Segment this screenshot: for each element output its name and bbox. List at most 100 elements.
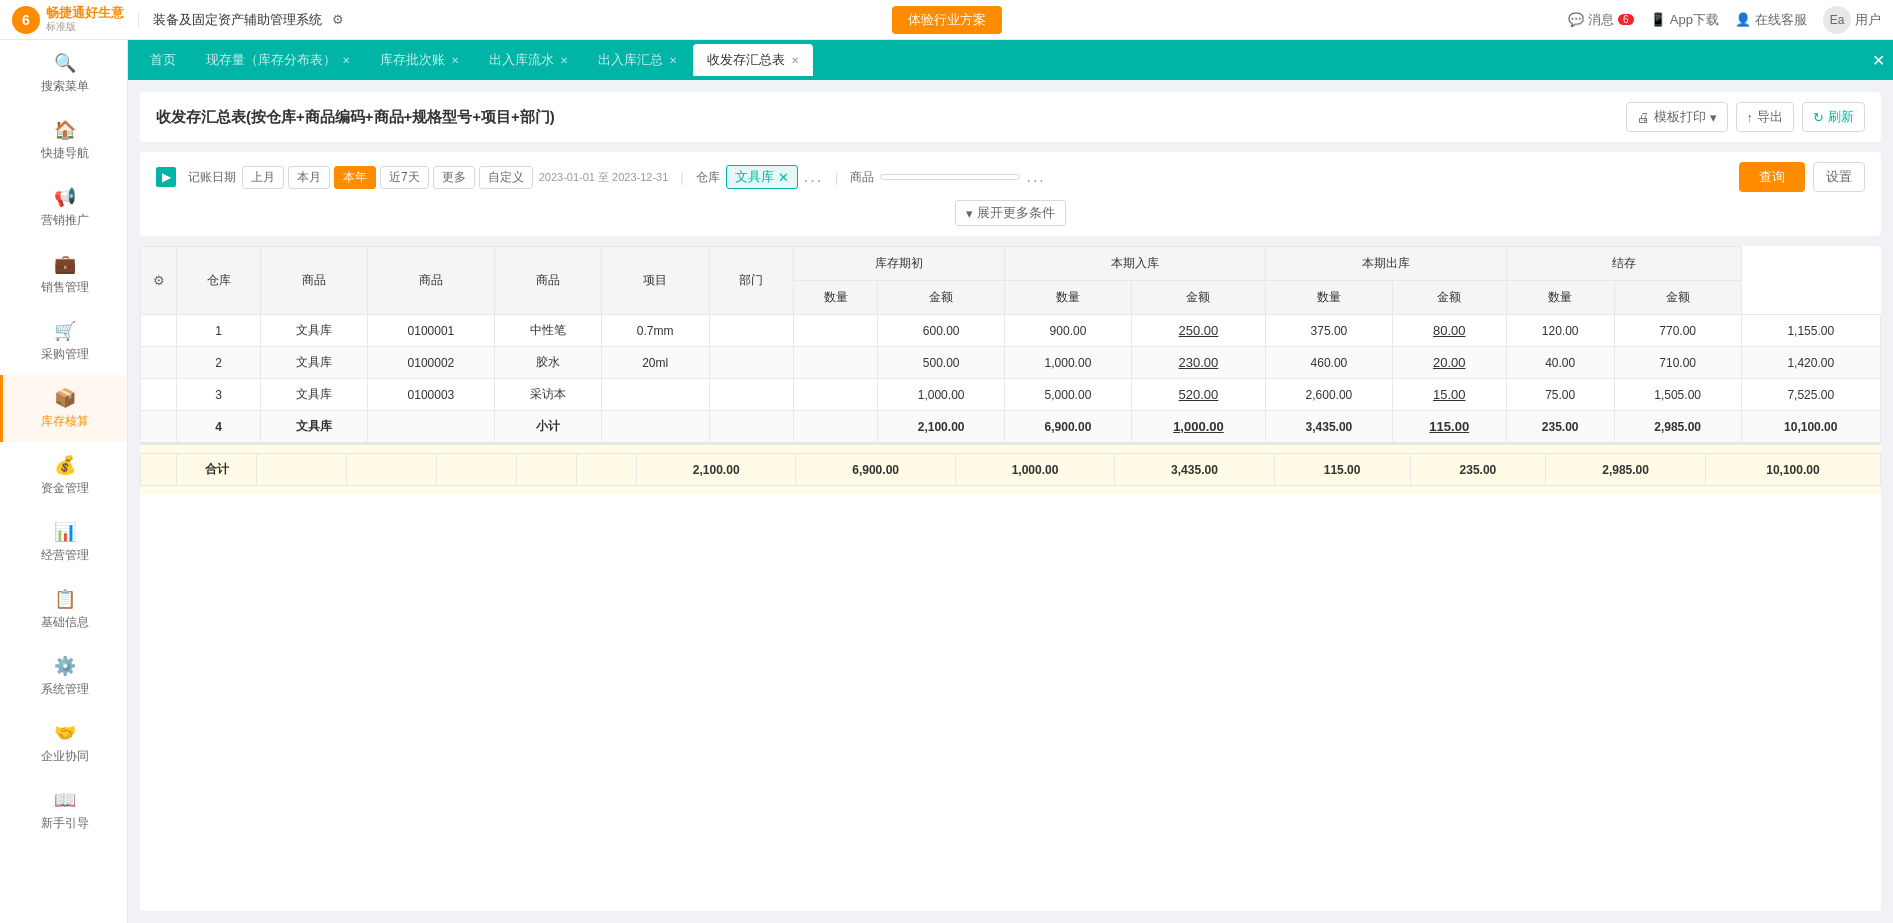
export-icon: ↑	[1747, 110, 1754, 125]
row-out-qty-1[interactable]: 20.00	[1392, 347, 1506, 379]
sidebar-item-basic[interactable]: 📋 基础信息	[0, 576, 127, 643]
row-goods-spec-2	[601, 379, 709, 411]
tab-in-out-summary[interactable]: 出入库汇总 ✕	[584, 44, 691, 76]
tab-receive-send-summary[interactable]: 收发存汇总表 ✕	[693, 44, 813, 76]
system-title: 装备及固定资产辅助管理系统	[153, 11, 322, 29]
expand-more-button[interactable]: ▾ 展开更多条件	[955, 200, 1066, 226]
row-in-qty-2[interactable]: 520.00	[1131, 379, 1265, 411]
page-header: 收发存汇总表(按仓库+商品编码+商品+规格型号+项目+部门) 🖨 模板打印 ▾ …	[140, 92, 1881, 142]
sidebar-item-quick-nav[interactable]: 🏠 快捷导航	[0, 107, 127, 174]
th-opening-amt: 金额	[878, 281, 1005, 315]
footer-empty-4	[437, 454, 517, 486]
sidebar-item-marketing[interactable]: 📢 营销推广	[0, 174, 127, 241]
row-num-3: 4	[177, 411, 261, 443]
date-btn-this-year[interactable]: 本年	[334, 166, 376, 189]
settings-icon[interactable]: ⚙	[332, 12, 344, 27]
query-button[interactable]: 查询	[1739, 162, 1805, 192]
row-opening-amt-0: 900.00	[1005, 315, 1132, 347]
sidebar-item-cooperation[interactable]: 🤝 企业协同	[0, 710, 127, 777]
sidebar-item-search[interactable]: 🔍 搜索菜单	[0, 40, 127, 107]
tab-close-all[interactable]: ✕	[1872, 51, 1885, 70]
row-in-amt-3: 3,435.00	[1266, 411, 1393, 443]
main-layout: 🔍 搜索菜单 🏠 快捷导航 📢 营销推广 💼 销售管理 🛒 采购管理 📦	[0, 40, 1893, 923]
user-item[interactable]: Ea 用户	[1823, 6, 1881, 34]
basic-icon: 📋	[54, 588, 76, 610]
goods-dots[interactable]: ...	[1026, 168, 1045, 186]
date-btn-custom[interactable]: 自定义	[479, 166, 533, 189]
tab-receive-send-close[interactable]: ✕	[791, 55, 799, 66]
export-button[interactable]: ↑ 导出	[1736, 102, 1795, 132]
page-content: 收发存汇总表(按仓库+商品编码+商品+规格型号+项目+部门) 🖨 模板打印 ▾ …	[128, 80, 1893, 923]
tab-batch-ledger[interactable]: 库存批次账 ✕	[366, 44, 473, 76]
tab-inventory-dist-close[interactable]: ✕	[342, 55, 350, 66]
row-goods-code-0: 0100001	[368, 315, 495, 347]
row-in-qty-1[interactable]: 230.00	[1131, 347, 1265, 379]
online-service-item[interactable]: 👤 在线客服	[1735, 11, 1807, 29]
footer-opening-amt: 6,900.00	[796, 454, 955, 486]
tab-inventory-dist[interactable]: 现存量（库存分布表） ✕	[192, 44, 364, 76]
row-goods-name-1: 胶水	[494, 347, 601, 379]
print-button[interactable]: 🖨 模板打印 ▾	[1626, 102, 1728, 132]
tab-batch-ledger-close[interactable]: ✕	[451, 55, 459, 66]
date-btn-this-month[interactable]: 本月	[288, 166, 330, 189]
row-goods-code-2: 0100003	[368, 379, 495, 411]
tab-bar: 首页 现存量（库存分布表） ✕ 库存批次账 ✕ 出入库流水 ✕ 出入库汇总 ✕	[128, 40, 1893, 80]
date-btn-last-month[interactable]: 上月	[242, 166, 284, 189]
tab-in-out-flow-close[interactable]: ✕	[560, 55, 568, 66]
th-goods-name: 商品	[368, 247, 495, 315]
expand-icon[interactable]: ▶	[156, 167, 176, 187]
goods-input-area[interactable]	[880, 174, 1020, 180]
row-closing-amt-1: 1,420.00	[1741, 347, 1880, 379]
settings-button[interactable]: 设置	[1813, 162, 1865, 192]
trial-button[interactable]: 体验行业方案	[892, 6, 1002, 34]
row-out-qty-3[interactable]: 115.00	[1392, 411, 1506, 443]
sidebar-item-purchase[interactable]: 🛒 采购管理	[0, 308, 127, 375]
tab-in-out-summary-close[interactable]: ✕	[669, 55, 677, 66]
sidebar-item-system[interactable]: ⚙️ 系统管理	[0, 643, 127, 710]
date-filter-label: 记账日期	[188, 169, 236, 186]
row-out-qty-2[interactable]: 15.00	[1392, 379, 1506, 411]
printer-icon: 🖨	[1637, 110, 1650, 125]
footer-empty-5	[517, 454, 577, 486]
warehouse-tag-close[interactable]: ✕	[778, 170, 789, 185]
tab-home[interactable]: 首页	[136, 44, 190, 76]
sidebar-item-inventory[interactable]: 📦 库存核算	[0, 375, 127, 442]
row-department-2	[793, 379, 877, 411]
footer-label: 合计	[177, 454, 257, 486]
goods-filter-label: 商品	[850, 169, 874, 186]
messages-item[interactable]: 💬 消息 6	[1568, 11, 1634, 29]
tab-in-out-flow[interactable]: 出入库流水 ✕	[475, 44, 582, 76]
gear-icon[interactable]: ⚙	[151, 273, 166, 288]
sales-icon: 💼	[54, 253, 76, 275]
data-table: ⚙ 仓库 商品 商品 商品 项目 部门 库存期初 本期入库 本期出库	[140, 246, 1881, 443]
date-btn-more[interactable]: 更多	[433, 166, 475, 189]
row-goods-code-3	[368, 411, 495, 443]
date-btn-7days[interactable]: 近7天	[380, 166, 429, 189]
app-wrapper: 6 畅捷通好生意 标准版 装备及固定资产辅助管理系统 ⚙ 体验行业方案 💬 消息…	[0, 0, 1893, 923]
sidebar-item-guide[interactable]: 📖 新手引导	[0, 777, 127, 844]
row-in-qty-0[interactable]: 250.00	[1131, 315, 1265, 347]
sidebar-item-operations[interactable]: 📊 经营管理	[0, 509, 127, 576]
footer-closing-qty: 2,985.00	[1546, 454, 1705, 486]
row-num-2: 3	[177, 379, 261, 411]
sidebar-item-sales[interactable]: 💼 销售管理	[0, 241, 127, 308]
filter-divider-2: |	[835, 170, 838, 185]
sidebar-label-inventory: 库存核算	[41, 413, 89, 430]
app-download-item[interactable]: 📱 App下载	[1650, 11, 1719, 29]
row-in-qty-3[interactable]: 1,000.00	[1131, 411, 1265, 443]
warehouse-dots[interactable]: ...	[804, 168, 823, 186]
sidebar-item-finance[interactable]: 💰 资金管理	[0, 442, 127, 509]
sidebar-label-cooperation: 企业协同	[41, 748, 89, 765]
row-out-qty-0[interactable]: 80.00	[1392, 315, 1506, 347]
home-icon: 🏠	[54, 119, 76, 141]
guide-icon: 📖	[54, 789, 76, 811]
th-out-qty: 数量	[1266, 281, 1393, 315]
query-actions: 查询 设置	[1739, 162, 1865, 192]
row-warehouse-1: 文具库	[261, 347, 368, 379]
logo-sub: 标准版	[46, 20, 124, 34]
footer-empty-2	[257, 454, 347, 486]
page-title: 收发存汇总表(按仓库+商品编码+商品+规格型号+项目+部门)	[156, 108, 555, 127]
refresh-button[interactable]: ↻ 刷新	[1802, 102, 1865, 132]
row-goods-spec-1: 20ml	[601, 347, 709, 379]
row-goods-spec-3	[601, 411, 709, 443]
